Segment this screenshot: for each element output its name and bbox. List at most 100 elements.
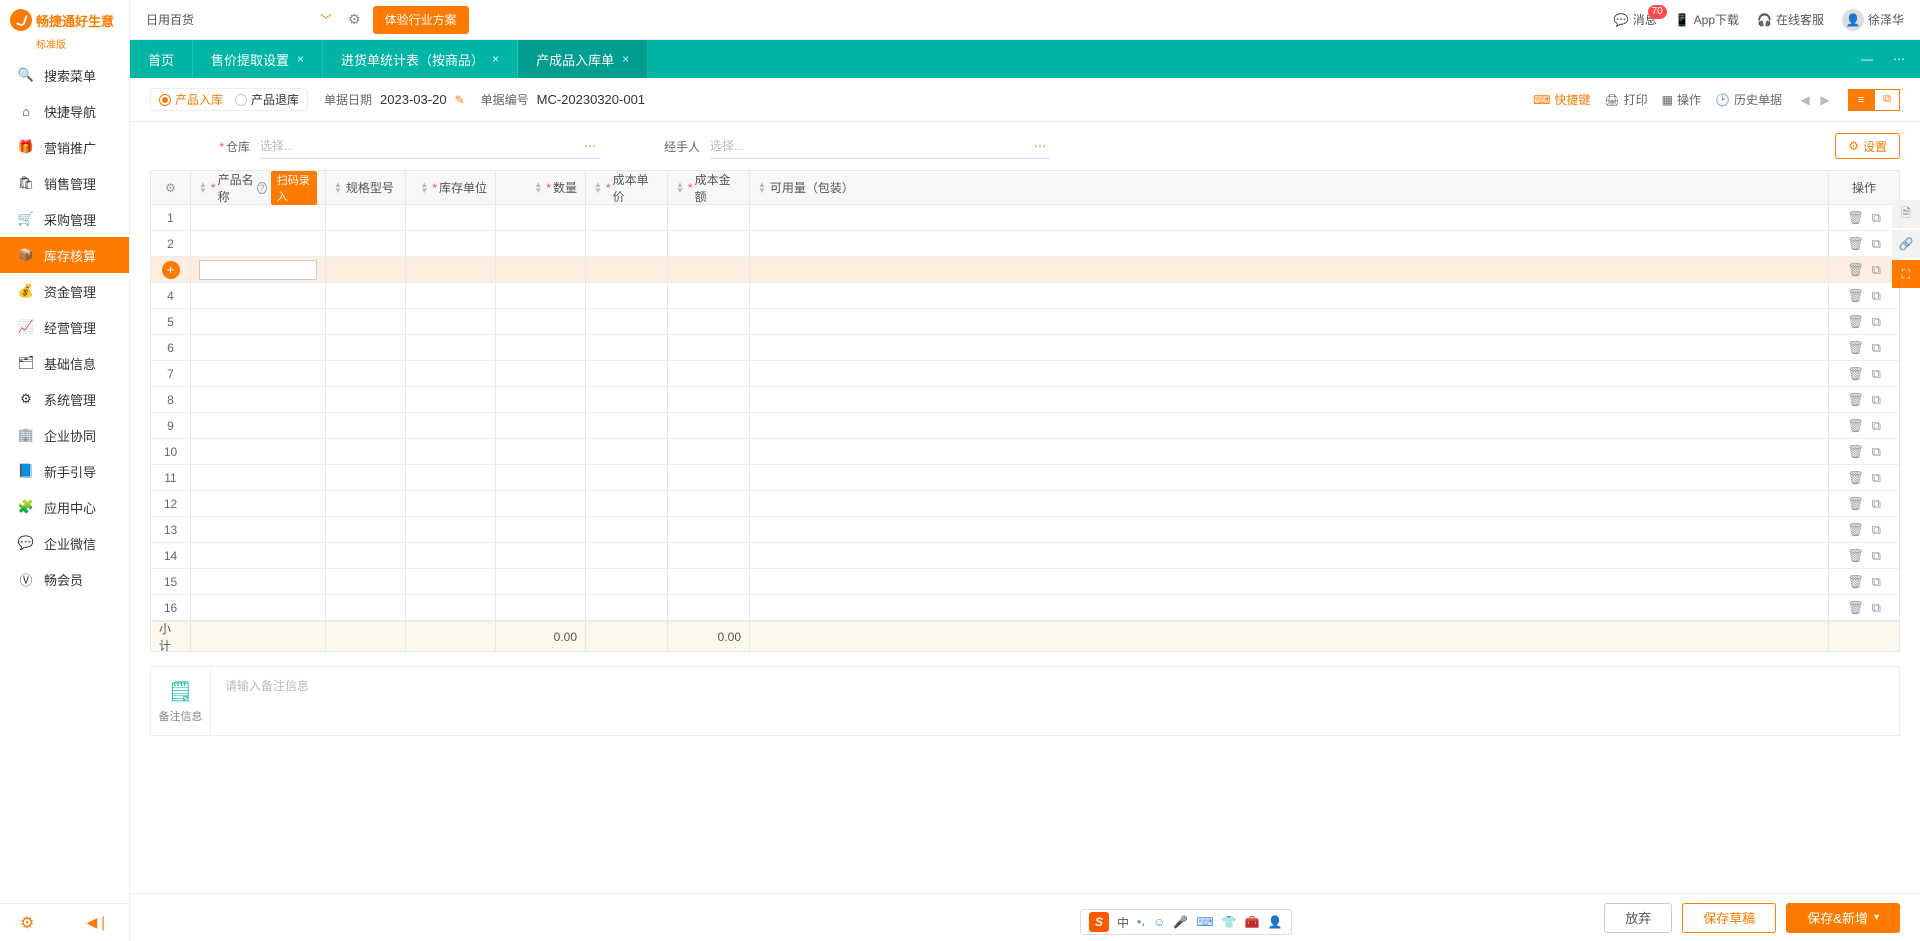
table-row[interactable]: 6🗑⧉ xyxy=(151,335,1899,361)
cell-amount[interactable] xyxy=(668,283,750,308)
cell-available[interactable] xyxy=(750,543,1829,568)
sidebar-item-6[interactable]: 💰资金管理 xyxy=(0,273,129,309)
delete-row-icon[interactable]: 🗑 xyxy=(1847,340,1864,356)
close-icon[interactable]: × xyxy=(622,52,629,66)
online-service-link[interactable]: 🎧 在线客服 xyxy=(1757,11,1824,28)
cell-product-name[interactable] xyxy=(191,465,326,490)
cell-price[interactable] xyxy=(586,413,668,438)
cell-qty[interactable] xyxy=(496,309,586,334)
cell-amount[interactable] xyxy=(668,257,750,282)
cell-price[interactable] xyxy=(586,543,668,568)
cell-available[interactable] xyxy=(750,205,1829,230)
delete-row-icon[interactable]: 🗑 xyxy=(1847,600,1864,616)
tabs-minimize-button[interactable]: — xyxy=(1852,40,1882,78)
cell-product-name[interactable] xyxy=(191,595,326,620)
cell-price[interactable] xyxy=(586,231,668,256)
sidebar-item-13[interactable]: 💬企业微信 xyxy=(0,525,129,561)
sidebar-item-3[interactable]: 🛍销售管理 xyxy=(0,165,129,201)
cell-product-name[interactable] xyxy=(191,361,326,386)
cell-product-name[interactable] xyxy=(191,413,326,438)
cell-qty[interactable] xyxy=(496,335,586,360)
cell-price[interactable] xyxy=(586,283,668,308)
operate-link[interactable]: ▦ 操作 xyxy=(1662,91,1701,108)
cell-amount[interactable] xyxy=(668,309,750,334)
cell-spec[interactable] xyxy=(326,387,406,412)
cell-spec[interactable] xyxy=(326,491,406,516)
table-row[interactable]: 12🗑⧉ xyxy=(151,491,1899,517)
cell-unit[interactable] xyxy=(406,491,496,516)
cell-amount[interactable] xyxy=(668,569,750,594)
cell-qty[interactable] xyxy=(496,517,586,542)
cell-available[interactable] xyxy=(750,595,1829,620)
cell-unit[interactable] xyxy=(406,335,496,360)
cell-available[interactable] xyxy=(750,361,1829,386)
cell-qty[interactable] xyxy=(496,491,586,516)
cell-price[interactable] xyxy=(586,257,668,282)
cell-product-name[interactable] xyxy=(191,231,326,256)
delete-row-icon[interactable]: 🗑 xyxy=(1847,522,1864,538)
close-icon[interactable]: × xyxy=(492,52,499,66)
cell-amount[interactable] xyxy=(668,361,750,386)
delete-row-icon[interactable]: 🗑 xyxy=(1847,314,1864,330)
cell-spec[interactable] xyxy=(326,335,406,360)
delete-row-icon[interactable]: 🗑 xyxy=(1847,496,1864,512)
shortcut-link[interactable]: ⌨ 快捷键 xyxy=(1533,91,1590,108)
cell-amount[interactable] xyxy=(668,517,750,542)
settings-icon[interactable]: ⚙ xyxy=(20,913,34,933)
radio-product-out[interactable]: 产品退库 xyxy=(235,91,299,108)
cell-product-name[interactable] xyxy=(191,335,326,360)
cell-amount[interactable] xyxy=(668,335,750,360)
scan-entry-badge[interactable]: 扫码录入 xyxy=(271,171,317,205)
cell-price[interactable] xyxy=(586,309,668,334)
cell-available[interactable] xyxy=(750,465,1829,490)
delete-row-icon[interactable]: 🗑 xyxy=(1847,210,1864,226)
cell-spec[interactable] xyxy=(326,231,406,256)
cell-amount[interactable] xyxy=(668,413,750,438)
cell-available[interactable] xyxy=(750,283,1829,308)
cell-qty[interactable] xyxy=(496,439,586,464)
cell-unit[interactable] xyxy=(406,465,496,490)
radio-product-in[interactable]: 产品入库 xyxy=(159,91,223,108)
sidebar-item-8[interactable]: 🗂基础信息 xyxy=(0,345,129,381)
table-row[interactable]: 14🗑⧉ xyxy=(151,543,1899,569)
sidebar-item-9[interactable]: ⚙系统管理 xyxy=(0,381,129,417)
cell-unit[interactable] xyxy=(406,387,496,412)
table-row[interactable]: 11🗑⧉ xyxy=(151,465,1899,491)
cell-amount[interactable] xyxy=(668,491,750,516)
ime-bar[interactable]: S 中 •، ☺ 🎤 ⌨ 👕 🧰 👤 xyxy=(1080,909,1292,935)
copy-row-icon[interactable]: ⧉ xyxy=(1872,340,1881,356)
col-amount[interactable]: ▲▼*成本金额 xyxy=(668,171,750,204)
cell-spec[interactable] xyxy=(326,569,406,594)
cell-price[interactable] xyxy=(586,361,668,386)
collapse-icon[interactable]: ◀❘ xyxy=(87,914,110,931)
cell-price[interactable] xyxy=(586,439,668,464)
cell-price[interactable] xyxy=(586,491,668,516)
copy-row-icon[interactable]: ⧉ xyxy=(1872,600,1881,616)
tab-2[interactable]: 进货单统计表（按商品）× xyxy=(323,40,518,78)
table-row[interactable]: +🗑⧉ xyxy=(151,257,1899,283)
cell-price[interactable] xyxy=(586,335,668,360)
brand-logo[interactable]: 畅捷通好生意 xyxy=(0,0,129,40)
cell-product-name[interactable] xyxy=(191,491,326,516)
cell-amount[interactable] xyxy=(668,543,750,568)
delete-row-icon[interactable]: 🗑 xyxy=(1847,288,1864,304)
copy-row-icon[interactable]: ⧉ xyxy=(1872,548,1881,564)
col-config[interactable]: ⚙ xyxy=(151,171,191,204)
cell-amount[interactable] xyxy=(668,439,750,464)
handler-select[interactable]: 选择... ⋯ xyxy=(710,133,1050,159)
copy-row-icon[interactable]: ⧉ xyxy=(1872,210,1881,226)
delete-row-icon[interactable]: 🗑 xyxy=(1847,470,1864,486)
cell-qty[interactable] xyxy=(496,283,586,308)
cell-price[interactable] xyxy=(586,517,668,542)
cell-available[interactable] xyxy=(750,517,1829,542)
cell-unit[interactable] xyxy=(406,283,496,308)
cell-spec[interactable] xyxy=(326,439,406,464)
print-link[interactable]: 🖨 打印 xyxy=(1604,91,1647,108)
sidebar-item-5[interactable]: 📦库存核算 xyxy=(0,237,129,273)
cell-product-name[interactable] xyxy=(191,205,326,230)
cell-spec[interactable] xyxy=(326,465,406,490)
table-row[interactable]: 4🗑⧉ xyxy=(151,283,1899,309)
view-list-button[interactable]: ≡ xyxy=(1848,89,1874,111)
cell-qty[interactable] xyxy=(496,205,586,230)
cell-price[interactable] xyxy=(586,465,668,490)
